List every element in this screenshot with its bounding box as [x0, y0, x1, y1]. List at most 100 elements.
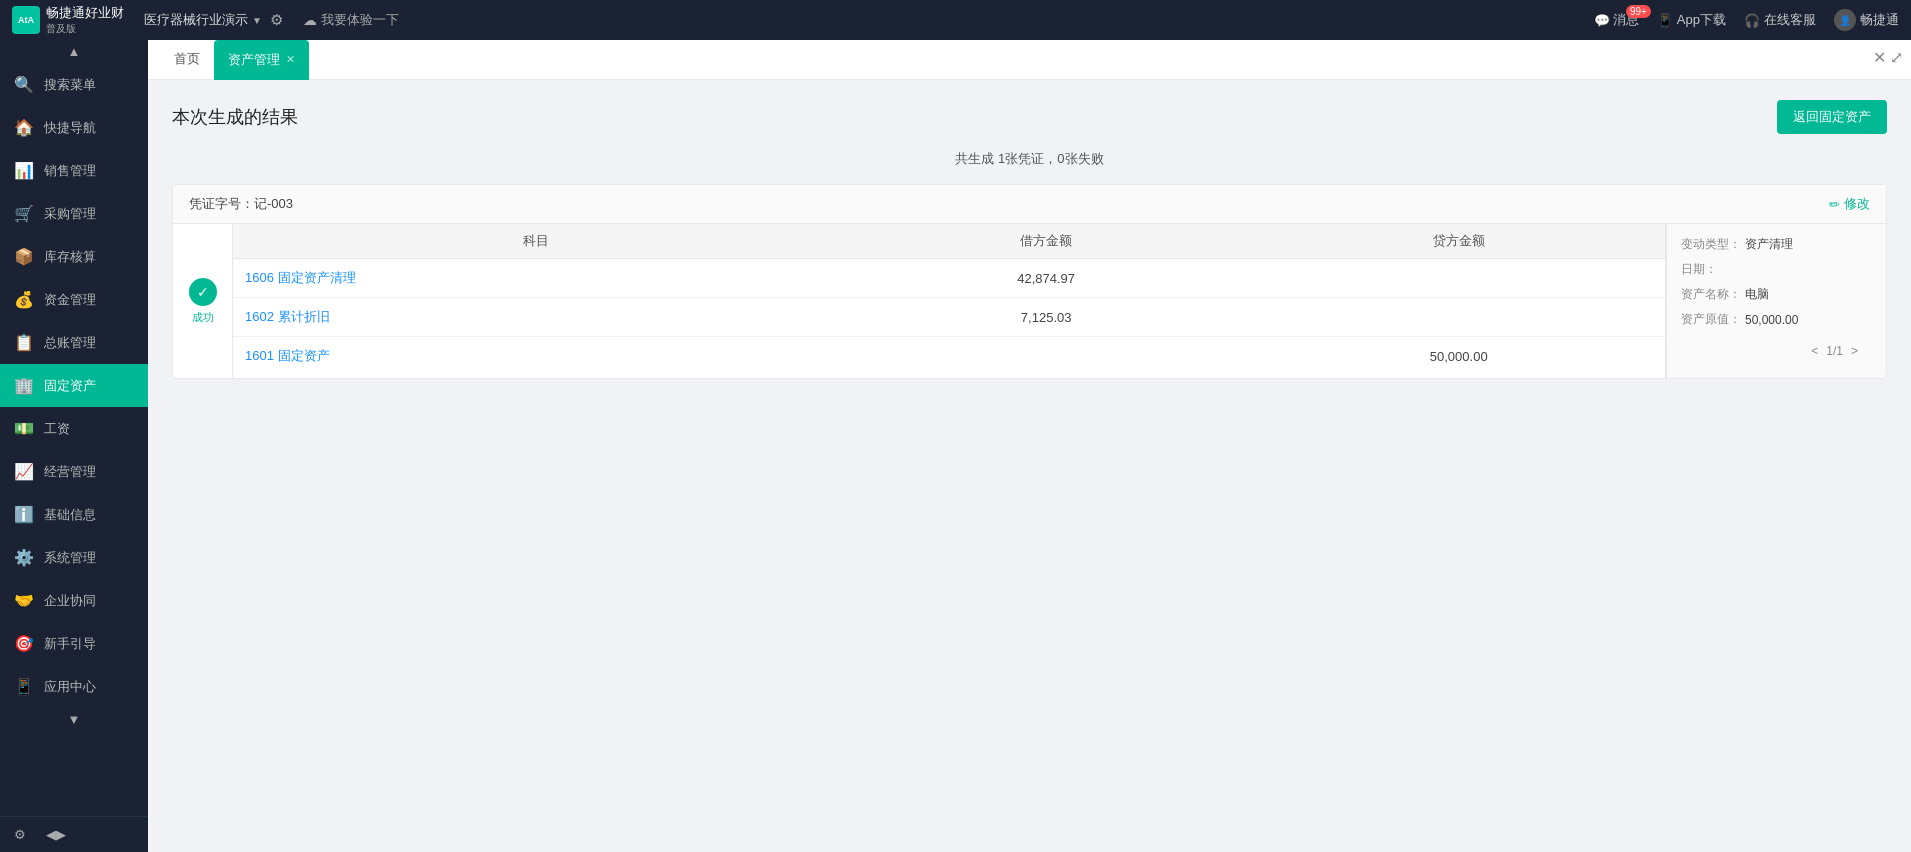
- sidebar-item-guide[interactable]: 🎯 新手引导: [0, 622, 148, 665]
- info-icon: ℹ️: [14, 505, 34, 524]
- money-icon: 💰: [14, 290, 34, 309]
- col-header-subject: 科目: [233, 224, 840, 258]
- expand-panel-button[interactable]: ⤢: [1890, 48, 1903, 67]
- sidebar-item-label: 应用中心: [44, 678, 96, 696]
- sidebar-item-label: 固定资产: [44, 377, 96, 395]
- col-header-credit: 贷方金额: [1252, 224, 1665, 258]
- asset-name-value: 电脑: [1745, 286, 1769, 303]
- sidebar-item-label: 总账管理: [44, 334, 96, 352]
- sidebar-item-search[interactable]: 🔍 搜索菜单: [0, 63, 148, 106]
- status-text: 成功: [192, 310, 214, 325]
- asset-name-label: 资产名称：: [1681, 286, 1741, 303]
- row1-subject[interactable]: 1606 固定资产清理: [233, 259, 840, 297]
- status-column: ✓ 成功: [173, 224, 233, 378]
- customer-service-button[interactable]: 🎧 在线客服: [1744, 11, 1816, 29]
- sidebar-item-basic-info[interactable]: ℹ️ 基础信息: [0, 493, 148, 536]
- row3-debit: [840, 346, 1253, 366]
- enterprise-icon: 🤝: [14, 591, 34, 610]
- sidebar-item-quick-nav[interactable]: 🏠 快捷导航: [0, 106, 148, 149]
- tab-home[interactable]: 首页: [160, 40, 214, 80]
- voucher-table: 科目 借方金额 贷方金额 1606 固定资产清理 42,874.97: [233, 224, 1666, 378]
- tab-asset-label: 资产管理: [228, 51, 280, 69]
- return-button[interactable]: 返回固定资产: [1777, 100, 1887, 134]
- sales-icon: 📊: [14, 161, 34, 180]
- toggle-icon[interactable]: ◀▶: [46, 827, 66, 842]
- sidebar-item-label: 快捷导航: [44, 119, 96, 137]
- next-page-button[interactable]: >: [1851, 344, 1858, 358]
- logo-name: 畅捷通好业财: [46, 4, 124, 22]
- trial-label[interactable]: 我要体验一下: [321, 11, 399, 29]
- company-name: 医疗器械行业演示: [144, 11, 248, 29]
- original-value-value: 50,000.00: [1745, 313, 1798, 327]
- row2-subject[interactable]: 1602 累计折旧: [233, 298, 840, 336]
- tab-bar: 首页 资产管理 ✕: [148, 40, 1911, 80]
- sidebar-item-sales[interactable]: 📊 销售管理: [0, 149, 148, 192]
- message-icon: 💬: [1594, 13, 1610, 28]
- cloud-icon: ☁: [303, 12, 317, 28]
- voucher-number: 凭证字号：记-003: [189, 195, 293, 213]
- sidebar-item-app-center[interactable]: 📱 应用中心: [0, 665, 148, 708]
- sidebar-item-enterprise[interactable]: 🤝 企业协同: [0, 579, 148, 622]
- app-center-icon: 📱: [14, 677, 34, 696]
- sidebar-item-label: 资金管理: [44, 291, 96, 309]
- sidebar-item-capital[interactable]: 💰 资金管理: [0, 278, 148, 321]
- sidebar-item-label: 经营管理: [44, 463, 96, 481]
- sidebar-item-salary[interactable]: 💵 工资: [0, 407, 148, 450]
- sidebar-item-purchase[interactable]: 🛒 采购管理: [0, 192, 148, 235]
- logo-sub: 普及版: [46, 22, 124, 36]
- logo-text-block: 畅捷通好业财 普及版: [46, 4, 124, 36]
- result-summary: 共生成 1张凭证，0张失败: [172, 150, 1887, 168]
- table-row: 1602 累计折旧 7,125.03: [233, 298, 1665, 337]
- row1-debit: 42,874.97: [840, 261, 1253, 296]
- voucher-panel: 凭证字号：记-003 ✏ 修改 ✓ 成功: [172, 184, 1887, 379]
- app-logo: AtA 畅捷通好业财 普及版: [12, 4, 124, 36]
- sidebar-item-ledger[interactable]: 📋 总账管理: [0, 321, 148, 364]
- page-info: 1/1: [1826, 344, 1843, 358]
- company-selector[interactable]: 医疗器械行业演示 ▼: [144, 11, 262, 29]
- home-icon: 🏠: [14, 118, 34, 137]
- user-menu[interactable]: 👤 畅捷通: [1834, 9, 1899, 31]
- voucher-header: 凭证字号：记-003 ✏ 修改: [173, 185, 1886, 224]
- row2-credit: [1252, 307, 1665, 327]
- message-button[interactable]: 💬 消息 99+: [1594, 11, 1639, 29]
- app-download-button[interactable]: 📱 App下载: [1657, 11, 1726, 29]
- sidebar-scroll-down[interactable]: ▼: [0, 708, 148, 731]
- change-type-value: 资产清理: [1745, 236, 1793, 253]
- sidebar-item-fixed-assets[interactable]: 🏢 固定资产: [0, 364, 148, 407]
- box-icon: 📦: [14, 247, 34, 266]
- logo-icon: AtA: [12, 6, 40, 34]
- sidebar-bottom: ⚙ ◀▶: [0, 816, 148, 852]
- prev-page-button[interactable]: <: [1811, 344, 1818, 358]
- username: 畅捷通: [1860, 11, 1899, 29]
- sidebar-item-system[interactable]: ⚙️ 系统管理: [0, 536, 148, 579]
- salary-icon: 💵: [14, 419, 34, 438]
- sidebar-item-label: 新手引导: [44, 635, 96, 653]
- tab-close-icon[interactable]: ✕: [286, 53, 295, 66]
- row1-credit: [1252, 268, 1665, 288]
- close-panel-button[interactable]: ✕: [1873, 48, 1886, 67]
- company-dropdown-icon: ▼: [252, 15, 262, 26]
- sidebar-item-label: 系统管理: [44, 549, 96, 567]
- page-header: 本次生成的结果 返回固定资产: [172, 100, 1887, 134]
- tab-asset-management[interactable]: 资产管理 ✕: [214, 40, 309, 80]
- panel-controls: ✕ ⤢: [1865, 40, 1911, 75]
- sidebar: ▲ 🔍 搜索菜单 🏠 快捷导航 📊 销售管理 🛒 采购管理 📦 库存核算 💰 资…: [0, 40, 148, 852]
- sidebar-item-inventory[interactable]: 📦 库存核算: [0, 235, 148, 278]
- sidebar-item-label: 采购管理: [44, 205, 96, 223]
- sidebar-item-operations[interactable]: 📈 经营管理: [0, 450, 148, 493]
- date-label: 日期：: [1681, 261, 1717, 278]
- sidebar-item-label: 工资: [44, 420, 70, 438]
- search-icon: 🔍: [14, 75, 34, 94]
- system-icon: ⚙️: [14, 548, 34, 567]
- sidebar-scroll-up[interactable]: ▲: [0, 40, 148, 63]
- pagination: < 1/1 >: [1681, 336, 1872, 366]
- gear-icon[interactable]: ⚙: [270, 11, 283, 29]
- main-container: ✕ ⤢ 首页 资产管理 ✕ 本次生成的结果 返回固定资产 共生成 1张凭证，0张…: [148, 40, 1911, 852]
- sidebar-item-label: 企业协同: [44, 592, 96, 610]
- building-icon: 🏢: [14, 376, 34, 395]
- settings-icon[interactable]: ⚙: [14, 827, 26, 842]
- edit-button[interactable]: ✏ 修改: [1829, 195, 1870, 213]
- chart-icon: 📈: [14, 462, 34, 481]
- row3-subject[interactable]: 1601 固定资产: [233, 337, 840, 375]
- success-icon: ✓: [189, 278, 217, 306]
